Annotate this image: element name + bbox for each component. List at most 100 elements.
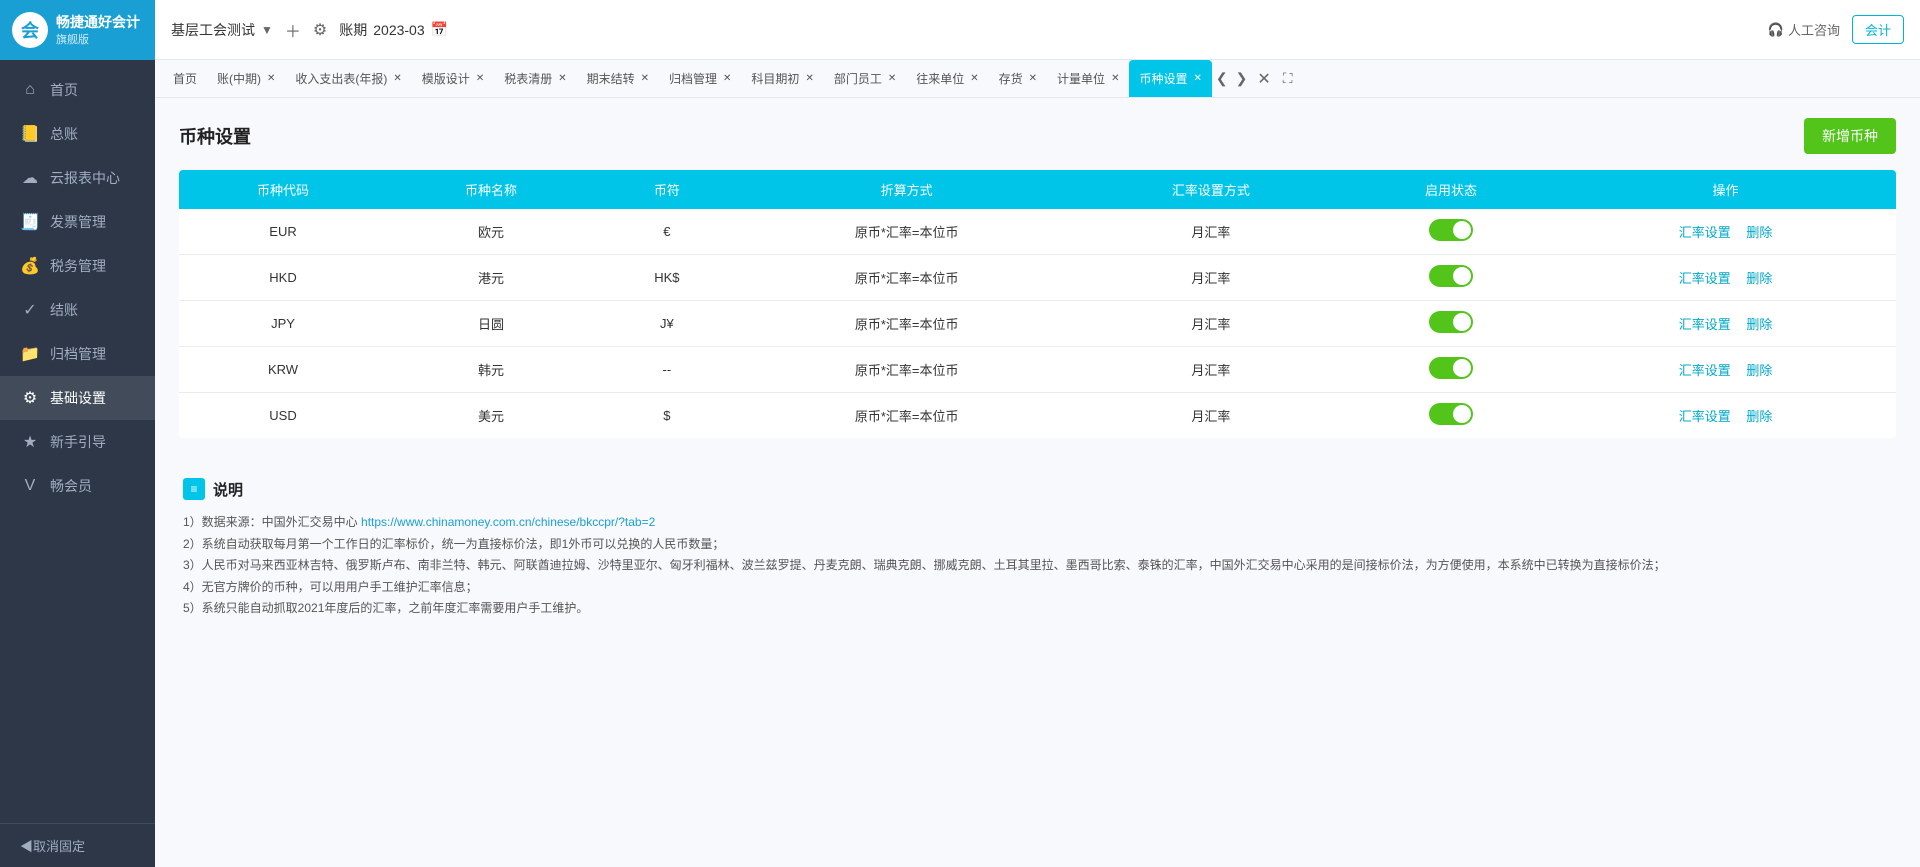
sidebar-item-label: 税务管理 bbox=[50, 256, 106, 276]
sidebar-logo: 会 畅捷通好会计 旗舰版 bbox=[0, 0, 155, 60]
tab-home[interactable]: 首页 bbox=[163, 60, 207, 97]
cell-rate-type: 月汇率 bbox=[1075, 393, 1347, 439]
delete-btn[interactable]: 删除 bbox=[1746, 314, 1772, 333]
sidebar-item-invoice[interactable]: 🧾 发票管理 bbox=[0, 200, 155, 244]
cell-symbol: € bbox=[595, 209, 739, 255]
tab-closing[interactable]: 期末结转 ✕ bbox=[577, 60, 659, 97]
pin-label: ◀取消固定 bbox=[20, 836, 85, 855]
period-display: 账期 2023-03 📅 bbox=[339, 20, 448, 40]
tab-close-icon[interactable]: ✕ bbox=[805, 73, 813, 84]
tab-close-icon[interactable]: ✕ bbox=[393, 73, 401, 84]
tab-close-icon[interactable]: ✕ bbox=[267, 73, 275, 84]
sidebar-item-label: 云报表中心 bbox=[50, 168, 120, 188]
status-toggle[interactable] bbox=[1429, 403, 1473, 425]
main-area: 基层工会测试 ▼ ＋ ⚙ 账期 2023-03 📅 🎧 人工咨询 会计 首页 账… bbox=[155, 0, 1920, 867]
page-header: 币种设置 新增币种 bbox=[179, 118, 1896, 154]
cell-rate-type: 月汇率 bbox=[1075, 255, 1347, 301]
tax-icon: 💰 bbox=[20, 256, 40, 276]
rate-setting-btn[interactable]: 汇率设置 bbox=[1679, 406, 1731, 425]
currency-table: 币种代码 币种名称 币符 折算方式 汇率设置方式 启用状态 操作 EUR 欧元 … bbox=[179, 170, 1896, 438]
company-settings-btn[interactable]: ⚙ bbox=[313, 20, 327, 40]
tab-prev-btn[interactable]: ❮ bbox=[1212, 68, 1232, 89]
tab-label: 往来单位 bbox=[916, 70, 964, 87]
closing-icon: ✓ bbox=[20, 300, 40, 320]
sidebar-pin-toggle[interactable]: ◀取消固定 bbox=[0, 823, 155, 867]
sidebar-item-ledger[interactable]: 📒 总账 bbox=[0, 112, 155, 156]
tab-close-icon[interactable]: ✕ bbox=[476, 73, 484, 84]
period-value: 2023-03 bbox=[373, 22, 424, 38]
tabbar: 首页 账(中期) ✕ 收入支出表(年报) ✕ 模版设计 ✕ 税表清册 ✕ 期末结… bbox=[155, 60, 1920, 98]
tab-expand-btn[interactable]: ⛶ bbox=[1277, 68, 1299, 89]
delete-btn[interactable]: 删除 bbox=[1746, 268, 1772, 287]
tab-template[interactable]: 模版设计 ✕ bbox=[412, 60, 494, 97]
sidebar-item-closing[interactable]: ✓ 结账 bbox=[0, 288, 155, 332]
sidebar-item-guide[interactable]: ★ 新手引导 bbox=[0, 420, 155, 464]
notes-link[interactable]: https://www.chinamoney.com.cn/chinese/bk… bbox=[361, 515, 655, 529]
sidebar-item-archive[interactable]: 📁 归档管理 bbox=[0, 332, 155, 376]
status-toggle[interactable] bbox=[1429, 357, 1473, 379]
company-name: 基层工会测试 ▼ bbox=[171, 20, 273, 40]
tab-close-all-btn[interactable]: ✕ bbox=[1251, 67, 1276, 91]
cell-calc: 原币*汇率=本位币 bbox=[739, 301, 1075, 347]
status-toggle[interactable] bbox=[1429, 219, 1473, 241]
sidebar-item-label: 首页 bbox=[50, 80, 78, 100]
delete-btn[interactable]: 删除 bbox=[1746, 406, 1772, 425]
tab-close-icon[interactable]: ✕ bbox=[970, 73, 978, 84]
sidebar-item-label: 发票管理 bbox=[50, 212, 106, 232]
tab-close-icon[interactable]: ✕ bbox=[1029, 73, 1037, 84]
rate-setting-btn[interactable]: 汇率设置 bbox=[1679, 268, 1731, 287]
rate-setting-btn[interactable]: 汇率设置 bbox=[1679, 314, 1731, 333]
cell-rate-type: 月汇率 bbox=[1075, 347, 1347, 393]
tab-close-icon[interactable]: ✕ bbox=[888, 73, 896, 84]
tab-tax[interactable]: 税表清册 ✕ bbox=[494, 60, 576, 97]
rate-setting-btn[interactable]: 汇率设置 bbox=[1679, 360, 1731, 379]
new-currency-button[interactable]: 新增币种 bbox=[1804, 118, 1896, 154]
logo-name: 畅捷通好会计 bbox=[56, 13, 140, 31]
notes-title: 说明 bbox=[213, 479, 243, 500]
tab-label: 归档管理 bbox=[669, 70, 717, 87]
user-button[interactable]: 会计 bbox=[1852, 15, 1904, 44]
tab-dept[interactable]: 部门员工 ✕ bbox=[824, 60, 906, 97]
tab-period[interactable]: 账(中期) ✕ bbox=[207, 60, 285, 97]
sidebar-item-reports[interactable]: ☁ 云报表中心 bbox=[0, 156, 155, 200]
add-company-btn[interactable]: ＋ bbox=[285, 18, 301, 42]
tab-close-icon[interactable]: ✕ bbox=[641, 73, 649, 84]
tab-income[interactable]: 收入支出表(年报) ✕ bbox=[285, 60, 411, 97]
tab-close-icon[interactable]: ✕ bbox=[1193, 73, 1201, 84]
sidebar-item-label: 新手引导 bbox=[50, 432, 106, 452]
cell-name: 韩元 bbox=[387, 347, 595, 393]
sidebar-item-settings[interactable]: ⚙ 基础设置 bbox=[0, 376, 155, 420]
table-header-row: 币种代码 币种名称 币符 折算方式 汇率设置方式 启用状态 操作 bbox=[179, 170, 1896, 209]
rate-setting-btn[interactable]: 汇率设置 bbox=[1679, 222, 1731, 241]
tab-archive[interactable]: 归档管理 ✕ bbox=[659, 60, 741, 97]
tab-subjects[interactable]: 科目期初 ✕ bbox=[741, 60, 823, 97]
tab-inventory[interactable]: 存货 ✕ bbox=[989, 60, 1047, 97]
notes-item: 3）人民币对马来西亚林吉特、俄罗斯卢布、南非兰特、韩元、阿联酋迪拉姆、沙特里亚尔… bbox=[183, 555, 1892, 577]
tab-next-btn[interactable]: ❯ bbox=[1232, 68, 1252, 89]
sidebar-item-member[interactable]: V 畅会员 bbox=[0, 464, 155, 508]
home-icon: ⌂ bbox=[20, 81, 40, 99]
tab-close-icon[interactable]: ✕ bbox=[1111, 73, 1119, 84]
tab-label: 模版设计 bbox=[422, 70, 470, 87]
tab-close-icon[interactable]: ✕ bbox=[723, 73, 731, 84]
delete-btn[interactable]: 删除 bbox=[1746, 222, 1772, 241]
help-btn[interactable]: 🎧 人工咨询 bbox=[1768, 20, 1840, 39]
status-toggle[interactable] bbox=[1429, 311, 1473, 333]
status-toggle[interactable] bbox=[1429, 265, 1473, 287]
company-dropdown-icon[interactable]: ▼ bbox=[261, 23, 273, 37]
cell-actions: 汇率设置 删除 bbox=[1555, 301, 1896, 347]
notes-icon: ≡ bbox=[183, 478, 205, 500]
tab-unit[interactable]: 计量单位 ✕ bbox=[1047, 60, 1129, 97]
tab-close-icon[interactable]: ✕ bbox=[558, 73, 566, 84]
sidebar-item-home[interactable]: ⌂ 首页 bbox=[0, 68, 155, 112]
cell-symbol: -- bbox=[595, 347, 739, 393]
tab-label: 部门员工 bbox=[834, 70, 882, 87]
notes-item: 5）系统只能自动抓取2021年度后的汇率，之前年度汇率需要用户手工维护。 bbox=[183, 598, 1892, 620]
sidebar-item-tax[interactable]: 💰 税务管理 bbox=[0, 244, 155, 288]
tab-currency[interactable]: 币种设置 ✕ bbox=[1129, 60, 1211, 97]
calendar-icon[interactable]: 📅 bbox=[431, 21, 448, 38]
delete-btn[interactable]: 删除 bbox=[1746, 360, 1772, 379]
cell-status bbox=[1347, 347, 1555, 393]
cell-rate-type: 月汇率 bbox=[1075, 301, 1347, 347]
tab-partner[interactable]: 往来单位 ✕ bbox=[906, 60, 988, 97]
